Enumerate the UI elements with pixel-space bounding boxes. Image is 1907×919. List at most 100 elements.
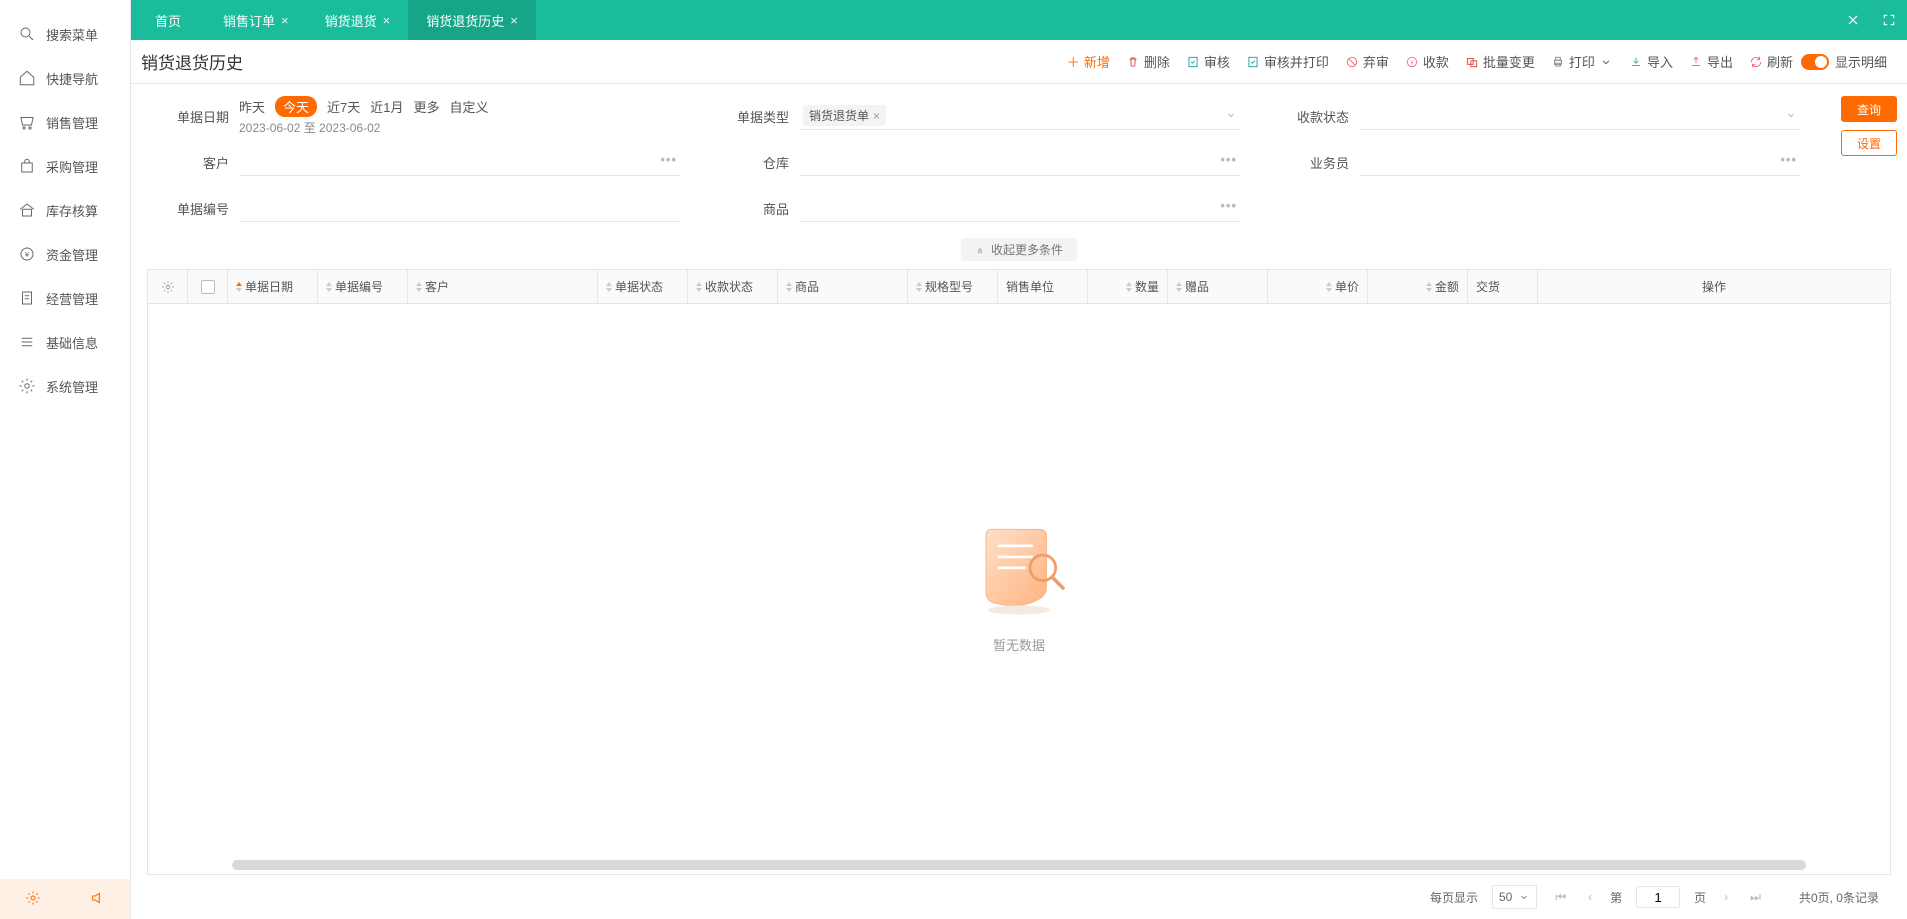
date-opt-7d[interactable]: 近7天: [327, 97, 360, 116]
billno-input[interactable]: [239, 194, 681, 222]
data-table: 单据日期 单据编号 客户 单据状态 收款状态 商品 规格型号 销售单位 数量 赠…: [147, 269, 1891, 875]
per-page-select[interactable]: 50: [1492, 885, 1537, 909]
date-opt-more[interactable]: 更多: [414, 97, 440, 116]
date-opt-today[interactable]: 今天: [275, 96, 317, 117]
refresh-button[interactable]: 刷新: [1741, 47, 1801, 77]
ellipsis-icon: •••: [1780, 152, 1797, 167]
sidebar-label: 快捷导航: [46, 69, 98, 88]
chip-remove-icon[interactable]: ×: [873, 109, 880, 123]
billtype-input[interactable]: 销货退货单×: [799, 102, 1241, 130]
sidebar-label: 资金管理: [46, 245, 98, 264]
import-button[interactable]: 导入: [1621, 47, 1681, 77]
horizontal-scrollbar[interactable]: [152, 860, 1886, 870]
customer-input[interactable]: •••: [239, 148, 681, 176]
select-all-checkbox[interactable]: [188, 270, 228, 303]
prev-page-button[interactable]: ‹: [1584, 890, 1596, 904]
sidebar-item-basic[interactable]: 基础信息: [0, 320, 130, 364]
sidebar-item-operations[interactable]: 经营管理: [0, 276, 130, 320]
close-icon[interactable]: ×: [383, 13, 391, 28]
export-button[interactable]: 导出: [1681, 47, 1741, 77]
tabstrip-fullscreen-button[interactable]: [1871, 0, 1907, 40]
main-panel: 首页 销售订单 × 销货退货× 销货退货历史× 销货退货历史 ＋新增 删除 审核 …: [131, 0, 1907, 919]
recvstatus-input[interactable]: [1359, 102, 1801, 130]
sidebar-item-sales[interactable]: 销售管理: [0, 100, 130, 144]
tab-home[interactable]: 首页: [131, 0, 205, 40]
salesman-input[interactable]: •••: [1359, 148, 1801, 176]
batch-button[interactable]: 批量变更: [1457, 47, 1543, 77]
billtype-chip: 销货退货单×: [803, 105, 886, 126]
col-billstatus[interactable]: 单据状态: [598, 270, 688, 303]
sidebar-item-finance[interactable]: ¥ 资金管理: [0, 232, 130, 276]
col-date[interactable]: 单据日期: [228, 270, 318, 303]
col-unit[interactable]: 销售单位: [998, 270, 1088, 303]
goods-input[interactable]: •••: [799, 194, 1241, 222]
sidebar-label: 基础信息: [46, 333, 98, 352]
filter-goods: 商品 •••: [721, 188, 1241, 228]
show-detail-toggle[interactable]: 显示明细: [1801, 52, 1887, 71]
print-button[interactable]: 打印: [1543, 47, 1621, 77]
col-amount[interactable]: 金额: [1368, 270, 1468, 303]
col-price[interactable]: 单价: [1268, 270, 1368, 303]
date-opt-1m[interactable]: 近1月: [370, 97, 403, 116]
next-page-button[interactable]: ›: [1720, 890, 1732, 904]
chevron-down-icon: [1785, 109, 1797, 124]
date-opt-yesterday[interactable]: 昨天: [239, 97, 265, 116]
collapse-filters-button[interactable]: 收起更多条件: [961, 238, 1077, 261]
sidebar-label: 库存核算: [46, 201, 98, 220]
sidebar-item-stock[interactable]: 库存核算: [0, 188, 130, 232]
filter-customer: 客户 •••: [161, 142, 681, 182]
col-delivery[interactable]: 交货: [1468, 270, 1538, 303]
sidebar-label: 搜索菜单: [46, 25, 98, 44]
sidebar-label: 销售管理: [46, 113, 98, 132]
sidebar-item-nav[interactable]: 快捷导航: [0, 56, 130, 100]
settings-button[interactable]: 设置: [1841, 130, 1897, 156]
audit-print-button[interactable]: 审核并打印: [1238, 47, 1337, 77]
filter-label: 商品: [721, 199, 799, 218]
receive-button[interactable]: ¥收款: [1397, 47, 1457, 77]
tab-label: 首页: [155, 11, 181, 30]
close-icon[interactable]: ×: [281, 13, 289, 28]
tab-sales-return-history[interactable]: 销货退货历史×: [408, 0, 536, 40]
pager-summary: 共0页, 0条记录: [1799, 889, 1879, 906]
filter-label: 单据编号: [161, 199, 239, 218]
discard-button[interactable]: 弃审: [1337, 47, 1397, 77]
titlebar: 销货退货历史 ＋新增 删除 审核 审核并打印 弃审 ¥收款 批量变更 打印 导入…: [131, 40, 1907, 84]
column-settings-button[interactable]: [148, 270, 188, 303]
table-body-empty: 暂无数据: [148, 304, 1890, 860]
filter-label: 客户: [161, 153, 239, 172]
chevron-down-icon: [1225, 109, 1237, 124]
page-input[interactable]: [1636, 886, 1680, 908]
tabstrip-close-button[interactable]: [1835, 0, 1871, 40]
ellipsis-icon: •••: [1220, 198, 1237, 213]
last-page-button[interactable]: ⏭: [1746, 890, 1765, 905]
svg-text:¥: ¥: [1410, 60, 1414, 66]
col-recvstatus[interactable]: 收款状态: [688, 270, 778, 303]
warehouse-input[interactable]: •••: [799, 148, 1241, 176]
col-customer[interactable]: 客户: [408, 270, 598, 303]
filter-label: 单据类型: [721, 107, 799, 126]
app-root: 搜索菜单 快捷导航 销售管理 采购管理 库存核算 ¥ 资金管理 经营管理 基础信: [0, 0, 1907, 919]
date-opt-custom[interactable]: 自定义: [450, 97, 489, 116]
col-qty[interactable]: 数量: [1088, 270, 1168, 303]
col-billno[interactable]: 单据编号: [318, 270, 408, 303]
page-prefix: 第: [1610, 889, 1622, 906]
sidebar-item-system[interactable]: 系统管理: [0, 364, 130, 408]
query-button[interactable]: 查询: [1841, 96, 1897, 122]
tab-label: 销售订单: [223, 11, 275, 30]
col-gift[interactable]: 赠品: [1168, 270, 1268, 303]
sidebar-item-search[interactable]: 搜索菜单: [0, 12, 130, 56]
col-spec[interactable]: 规格型号: [908, 270, 998, 303]
empty-text: 暂无数据: [993, 635, 1045, 654]
filter-date: 单据日期 昨天 今天 近7天 近1月 更多 自定义 2023-06-02 至 2…: [161, 96, 681, 136]
delete-button[interactable]: 删除: [1118, 47, 1178, 77]
audit-button[interactable]: 审核: [1178, 47, 1238, 77]
first-page-button[interactable]: ⏮: [1551, 890, 1570, 905]
sidebar-item-purchase[interactable]: 采购管理: [0, 144, 130, 188]
col-goods[interactable]: 商品: [778, 270, 908, 303]
add-button[interactable]: ＋新增: [1059, 47, 1118, 77]
tab-sales-return[interactable]: 销货退货×: [307, 0, 409, 40]
tab-sales-order[interactable]: 销售订单 ×: [205, 0, 307, 40]
sound-icon[interactable]: [90, 890, 106, 909]
gear-icon[interactable]: [25, 890, 41, 909]
close-icon[interactable]: ×: [510, 13, 518, 28]
